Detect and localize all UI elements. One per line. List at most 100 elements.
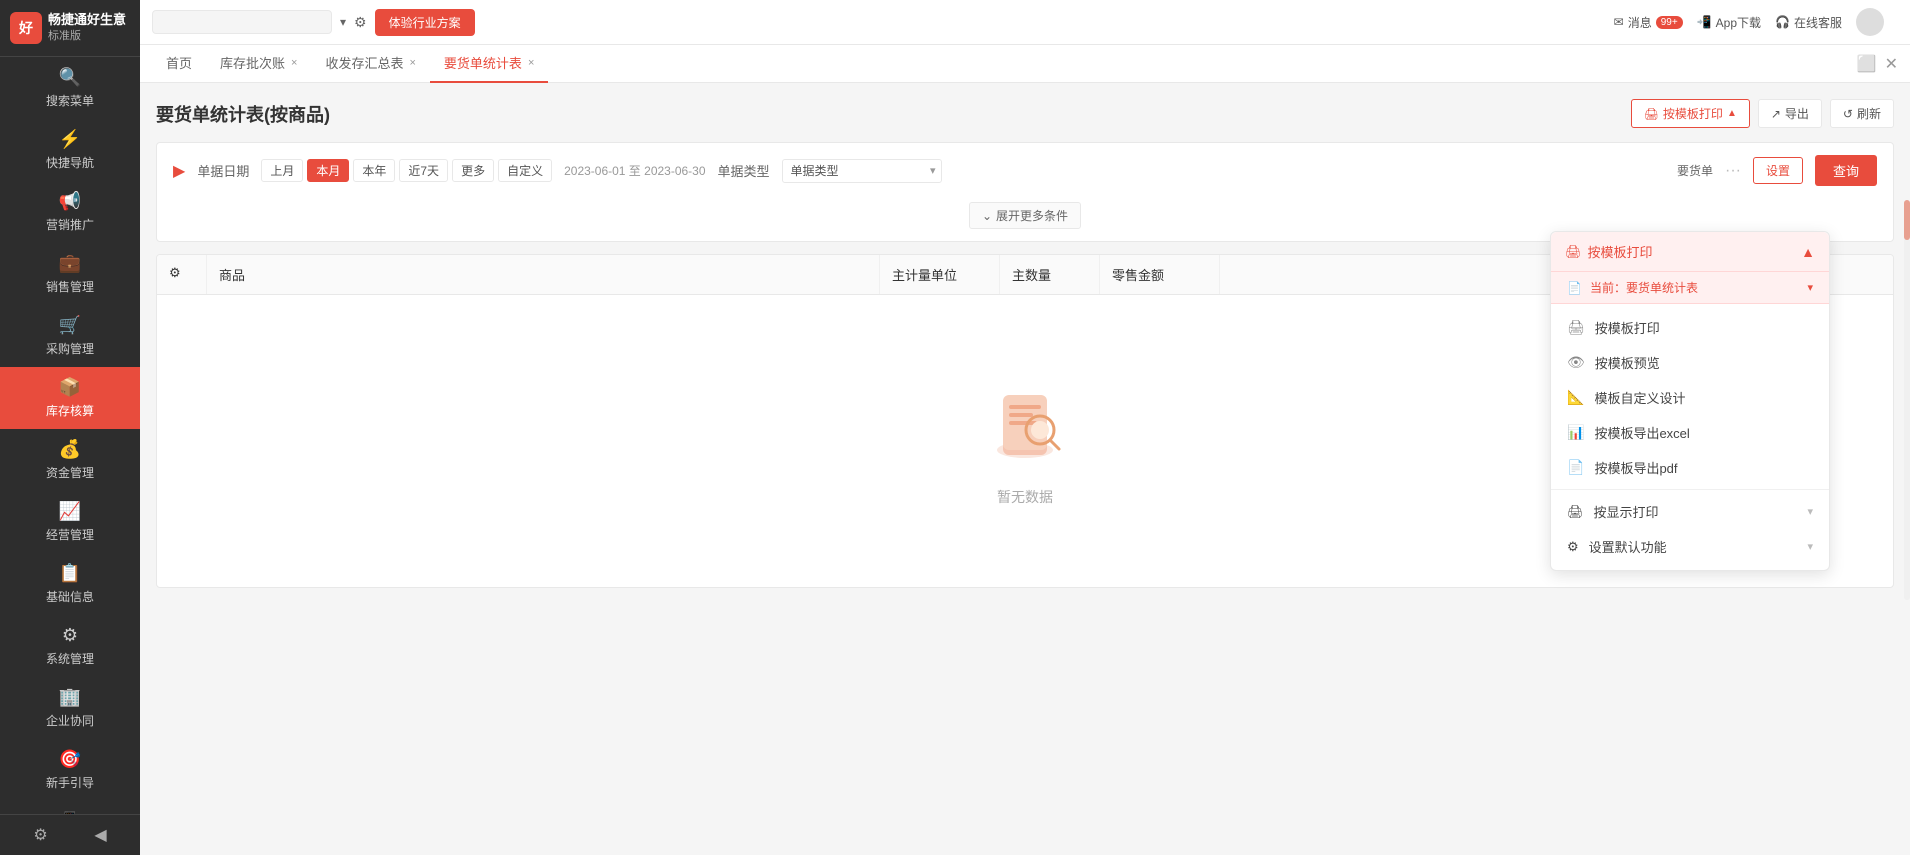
message-icon: ✉ (1614, 15, 1624, 29)
sidebar-item-appstore[interactable]: 📱 应用中心 (0, 801, 140, 814)
topbar-messages[interactable]: ✉ 消息 99+ (1614, 14, 1683, 31)
filter-expand-left: ▶ (173, 161, 185, 181)
sidebar-item-marketing[interactable]: 📢 营销推广 (0, 181, 140, 243)
sidebar-item-basics[interactable]: 📋 基础信息 (0, 553, 140, 615)
sidebar-item-corp[interactable]: 🏢 企业协同 (0, 677, 140, 739)
type-select[interactable]: 单据类型 (782, 159, 942, 183)
sidebar-item-label: 库存核算 (46, 402, 94, 419)
current-template-left: 📄 当前：要货单统计表 (1567, 279, 1698, 296)
brand-version: 标准版 (48, 29, 126, 43)
sidebar-item-purchase[interactable]: 🛒 采购管理 (0, 305, 140, 367)
topbar-dropdown-arrow[interactable]: ▾ (340, 15, 346, 29)
tab-requisition[interactable]: 要货单统计表 × (430, 45, 548, 83)
current-template-row: 📄 当前：要货单统计表 ▾ (1551, 272, 1829, 304)
filter-expand-arrow[interactable]: ▶ (173, 161, 185, 181)
sidebar-item-system[interactable]: ⚙ 系统管理 (0, 615, 140, 677)
more-options-icon[interactable]: ··· (1725, 162, 1741, 180)
filter-bar: ▶ 单据日期 上月 本月 本年 近7天 更多 自定义 2023-06-01 至 … (156, 142, 1894, 242)
print-menu-group-default[interactable]: ⚙ 设置默认功能 ▾ (1551, 529, 1829, 564)
online-service-label: 在线客服 (1794, 14, 1842, 31)
type-filter-label: 单据类型 (718, 161, 770, 180)
print-dropdown-title: 🖨 按模板打印 (1565, 242, 1653, 261)
quicknav-icon: ⚡ (59, 129, 81, 150)
expand-more-label: 展开更多条件 (996, 207, 1068, 224)
print-chevron-up-icon: ▲ (1727, 108, 1737, 119)
sidebar-item-label: 采购管理 (46, 340, 94, 357)
print-menu-group-display[interactable]: 🖨 按显示打印 ▾ (1551, 494, 1829, 529)
date-btn-current-year[interactable]: 本年 (353, 159, 395, 182)
app-download-label: App下载 (1716, 14, 1761, 31)
date-btn-custom[interactable]: 自定义 (498, 159, 552, 182)
date-btn-last-month[interactable]: 上月 (261, 159, 303, 182)
app-logo-icon: 好 (10, 12, 42, 44)
topbar-actions: ✉ 消息 99+ 📲 App下载 🎧 在线客服 (1614, 8, 1898, 36)
set-default-arrow: ▾ (1807, 540, 1813, 553)
expand-more-button[interactable]: ⌄ 展开更多条件 (969, 202, 1081, 229)
tab-batch[interactable]: 库存批次账 × (206, 45, 311, 83)
sidebar-logo: 好 畅捷通好生意 标准版 (0, 0, 140, 57)
template-design-icon: 📐 (1567, 389, 1584, 406)
scrollbar-thumb[interactable] (1904, 200, 1910, 240)
topbar-search-input[interactable] (152, 10, 332, 34)
tab-home[interactable]: 首页 (152, 45, 206, 83)
system-icon: ⚙ (62, 625, 78, 646)
template-preview-icon: 👁 (1567, 354, 1585, 371)
sidebar-item-finance[interactable]: 💰 资金管理 (0, 429, 140, 491)
filter-row-1: ▶ 单据日期 上月 本月 本年 近7天 更多 自定义 2023-06-01 至 … (173, 155, 1877, 186)
template-pdf-label: 按模板导出pdf (1594, 458, 1677, 477)
topbar-gear-icon[interactable]: ⚙ (354, 14, 367, 31)
sidebar-item-guide[interactable]: 🎯 新手引导 (0, 739, 140, 801)
tab-collection-close[interactable]: × (409, 57, 415, 69)
sidebar-item-sales[interactable]: 💼 销售管理 (0, 243, 140, 305)
print-template-button[interactable]: 🖨 按模板打印 ▲ (1631, 99, 1750, 128)
template-print-label: 按模板打印 (1595, 318, 1660, 337)
tab-collection[interactable]: 收发存汇总表 × (311, 45, 429, 83)
tabs-close-all-icon[interactable]: ✕ (1885, 54, 1898, 74)
print-menu-item-template-excel[interactable]: 📊 按模板导出excel (1551, 415, 1829, 450)
sidebar-item-operations[interactable]: 📈 经营管理 (0, 491, 140, 553)
query-button[interactable]: 查询 (1815, 155, 1877, 186)
requisition-filter-label: 要货单 (1677, 162, 1713, 179)
tab-batch-label: 库存批次账 (220, 53, 285, 72)
current-template-arrow: ▾ (1807, 281, 1813, 294)
sidebar-item-quicknav[interactable]: ⚡ 快捷导航 (0, 119, 140, 181)
settings-footer-btn[interactable]: ⚙ (33, 825, 47, 845)
search-nav-icon: 🔍 (59, 67, 81, 88)
topbar: ▾ ⚙ 体验行业方案 ✉ 消息 99+ 📲 App下载 🎧 在线客服 (140, 0, 1910, 45)
sidebar-item-inventory[interactable]: 📦 库存核算 (0, 367, 140, 429)
tabs-expand-icon[interactable]: ⬜ (1857, 54, 1877, 74)
print-menu-item-template-pdf[interactable]: 📄 按模板导出pdf (1551, 450, 1829, 485)
set-default-left: ⚙ 设置默认功能 (1567, 537, 1667, 556)
collapse-footer-btn[interactable]: ◀ (94, 825, 106, 845)
sidebar-item-search[interactable]: 🔍 搜索菜单 (0, 57, 140, 119)
sidebar: 好 畅捷通好生意 标准版 🔍 搜索菜单 ⚡ 快捷导航 📢 营销推广 💼 销售管理… (0, 0, 140, 855)
tab-requisition-close[interactable]: × (528, 57, 534, 69)
topbar-online-service[interactable]: 🎧 在线客服 (1775, 14, 1842, 31)
print-menu-item-template-preview[interactable]: 👁 按模板预览 (1551, 345, 1829, 380)
date-btn-current-month[interactable]: 本月 (307, 159, 349, 182)
messages-label: 消息 (1628, 14, 1652, 31)
tab-home-label: 首页 (166, 53, 192, 72)
print-dropdown-close-icon[interactable]: ▲ (1801, 244, 1815, 260)
print-menu-item-template-design[interactable]: 📐 模板自定义设计 (1551, 380, 1829, 415)
page-toolbar: 🖨 按模板打印 ▲ ↗ 导出 ↺ 刷新 (1631, 99, 1894, 128)
print-menu-item-template-print[interactable]: 🖨 按模板打印 (1551, 310, 1829, 345)
sidebar-item-label: 快捷导航 (46, 154, 94, 171)
th-settings[interactable]: ⚙ (157, 255, 207, 294)
sidebar-item-label: 销售管理 (46, 278, 94, 295)
sidebar-nav: 🔍 搜索菜单 ⚡ 快捷导航 📢 营销推广 💼 销售管理 🛒 采购管理 📦 库存核… (0, 57, 140, 814)
empty-icon (975, 375, 1075, 475)
date-btn-more[interactable]: 更多 (452, 159, 494, 182)
refresh-button[interactable]: ↺ 刷新 (1830, 99, 1894, 128)
settings-button[interactable]: 设置 (1753, 157, 1803, 184)
topbar-avatar[interactable] (1856, 8, 1884, 36)
corp-icon: 🏢 (59, 687, 81, 708)
current-template-label: 当前：要货单统计表 (1590, 279, 1698, 296)
refresh-icon: ↺ (1843, 107, 1853, 121)
topbar-app-download[interactable]: 📲 App下载 (1697, 14, 1761, 31)
sidebar-item-label: 资金管理 (46, 464, 94, 481)
tab-batch-close[interactable]: × (291, 57, 297, 69)
date-btn-7days[interactable]: 近7天 (399, 159, 448, 182)
topbar-trial-button[interactable]: 体验行业方案 (375, 9, 475, 36)
export-button[interactable]: ↗ 导出 (1758, 99, 1822, 128)
